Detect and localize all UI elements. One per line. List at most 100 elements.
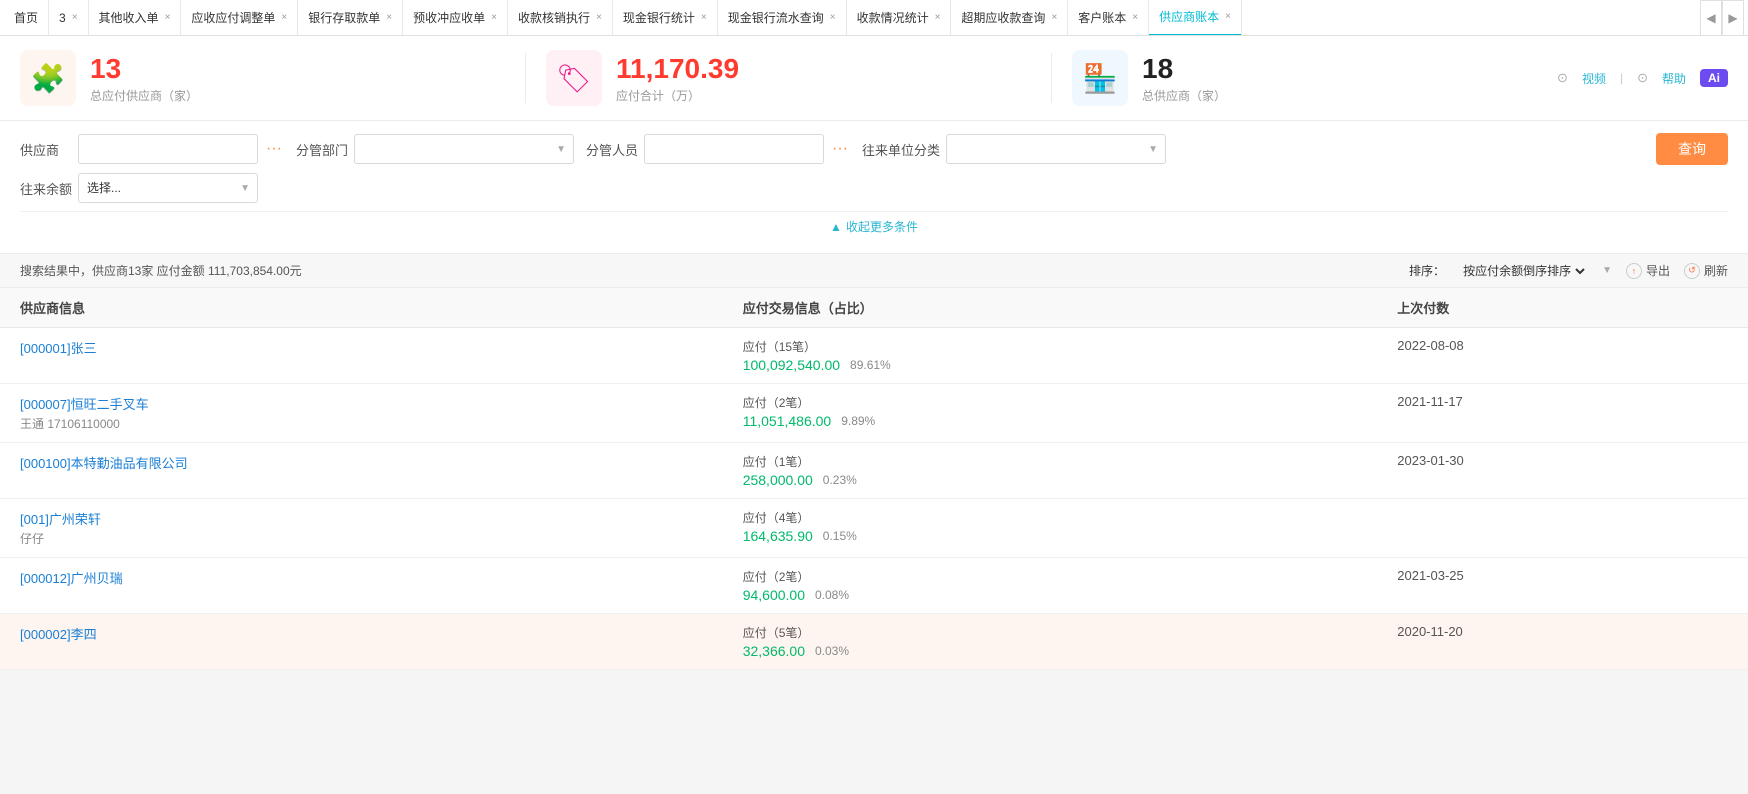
col-header-tx: 应付交易信息（占比） xyxy=(723,288,1378,328)
video-link[interactable]: 视频 xyxy=(1582,70,1606,87)
nav-tab-customer-ledger[interactable]: 客户账本× xyxy=(1068,0,1149,36)
balance-label: 往来余额 xyxy=(20,179,72,198)
stat-label-2: 应付合计（万） xyxy=(616,87,739,104)
nav-tab-receipt-stat[interactable]: 收款情况统计× xyxy=(847,0,952,36)
nav-tab-cash-bank-flow[interactable]: 现金银行流水查询× xyxy=(718,0,847,36)
collapse-button[interactable]: ▲ 收起更多条件 xyxy=(20,211,1728,241)
close-tab-cash-bank-stat[interactable]: × xyxy=(701,12,707,23)
tx-label-1: 应付（2笔） xyxy=(743,394,1358,411)
export-button[interactable]: ↑ 导出 xyxy=(1626,262,1670,279)
nav-tab-cash-bank-stat[interactable]: 现金银行统计× xyxy=(613,0,718,36)
sort-chevron-icon: ▼ xyxy=(1602,265,1612,276)
last-pay-cell-1: 2021-11-17 xyxy=(1377,384,1748,443)
category-select-wrap: ▼ xyxy=(946,134,1166,164)
supplier-cell-3: [001]广州荣轩仔仔 xyxy=(0,499,723,558)
stat-label-1: 总应付供应商（家） xyxy=(90,87,198,104)
nav-tab-tab3[interactable]: 3× xyxy=(49,0,89,36)
close-tab-cash-bank-flow[interactable]: × xyxy=(830,12,836,23)
table-row: [000012]广州贝瑞应付（2笔）94,600.000.08%2021-03-… xyxy=(0,558,1748,614)
export-label: 导出 xyxy=(1646,262,1670,279)
refresh-button[interactable]: ↺ 刷新 xyxy=(1684,262,1728,279)
supplier-input[interactable] xyxy=(78,134,258,164)
tx-pct-1: 9.89% xyxy=(841,414,875,428)
collapse-label: 收起更多条件 xyxy=(846,218,918,235)
stat-divider-2 xyxy=(1051,53,1052,103)
help-link[interactable]: 帮助 xyxy=(1662,70,1686,87)
divider-bar: | xyxy=(1620,71,1623,85)
tx-cell-5: 应付（5笔）32,366.000.03% xyxy=(723,614,1378,670)
nav-arrow-left[interactable]: ◀ xyxy=(1700,0,1722,36)
close-tab-ar-ap-adjust[interactable]: × xyxy=(281,12,287,23)
tx-label-5: 应付（5笔） xyxy=(743,624,1358,641)
result-summary: 搜索结果中，供应商13家 应付金额 111,703,854.00元 xyxy=(20,262,302,279)
video-icon: ⊙ xyxy=(1557,70,1568,86)
tx-amount-3[interactable]: 164,635.90 xyxy=(743,528,813,544)
close-tab-supplier-ledger[interactable]: × xyxy=(1225,11,1231,22)
store-icon: 🏪 xyxy=(1072,50,1128,106)
filter-balance: 往来余额 选择... ▼ xyxy=(20,173,258,203)
stat-header: 🧩 13 总应付供应商（家） 🏷 11,170.39 应付合计（万） 🏪 18 … xyxy=(0,36,1748,121)
supplier-dots[interactable]: ··· xyxy=(264,140,284,158)
close-tab-prepay-ar[interactable]: × xyxy=(491,12,497,23)
close-tab-overdue-ar[interactable]: × xyxy=(1051,12,1057,23)
person-dots[interactable]: ··· xyxy=(830,140,850,158)
nav-arrow-right[interactable]: ▶ xyxy=(1722,0,1744,36)
supplier-icon: 🧩 xyxy=(20,50,76,106)
supplier-link-3[interactable]: [001]广州荣轩 xyxy=(20,512,101,527)
last-pay-cell-3 xyxy=(1377,499,1748,558)
supplier-link-2[interactable]: [000100]本特勤油品有限公司 xyxy=(20,456,188,471)
close-tab-customer-ledger[interactable]: × xyxy=(1132,12,1138,23)
close-tab-other-income[interactable]: × xyxy=(165,12,171,23)
nav-tab-prepay-ar[interactable]: 预收冲应收单× xyxy=(403,0,508,36)
close-tab-tab3[interactable]: × xyxy=(72,12,78,23)
supplier-cell-1: [000007]恒旺二手叉车王通 17106110000 xyxy=(0,384,723,443)
supplier-link-4[interactable]: [000012]广州贝瑞 xyxy=(20,571,123,586)
nav-tab-supplier-ledger[interactable]: 供应商账本× xyxy=(1149,0,1242,36)
close-tab-receipt-verify[interactable]: × xyxy=(596,12,602,23)
category-select[interactable] xyxy=(946,134,1166,164)
query-button[interactable]: 查询 xyxy=(1656,133,1728,165)
stat-value-2: 11,170.39 xyxy=(616,53,739,85)
filter-supplier: 供应商 ··· xyxy=(20,134,284,164)
dept-select[interactable] xyxy=(354,134,574,164)
nav-tab-receipt-verify[interactable]: 收款核销执行× xyxy=(508,0,613,36)
help-icon: ⊙ xyxy=(1637,70,1648,86)
supplier-link-5[interactable]: [000002]李四 xyxy=(20,627,97,642)
tx-label-4: 应付（2笔） xyxy=(743,568,1358,585)
supplier-link-0[interactable]: [000001]张三 xyxy=(20,341,97,356)
header-links: ⊙ 视频 | ⊙ 帮助 Ai xyxy=(1557,69,1728,87)
supplier-link-1[interactable]: [000007]恒旺二手叉车 xyxy=(20,397,149,412)
tx-amount-1[interactable]: 11,051,486.00 xyxy=(743,413,832,429)
close-tab-receipt-stat[interactable]: × xyxy=(935,12,941,23)
tx-amount-0[interactable]: 100,092,540.00 xyxy=(743,357,840,373)
table-row: [000100]本特勤油品有限公司应付（1笔）258,000.000.23%20… xyxy=(0,443,1748,499)
tx-amount-5[interactable]: 32,366.00 xyxy=(743,643,805,659)
nav-tab-overdue-ar[interactable]: 超期应收款查询× xyxy=(951,0,1068,36)
nav-tab-bank-deposit[interactable]: 银行存取款单× xyxy=(298,0,403,36)
person-input[interactable] xyxy=(644,134,824,164)
filter-dept: 分管部门 ▼ xyxy=(296,134,574,164)
refresh-label: 刷新 xyxy=(1704,262,1728,279)
stat-value-3: 18 xyxy=(1142,53,1226,85)
last-pay-cell-2: 2023-01-30 xyxy=(1377,443,1748,499)
stat-text-3: 18 总供应商（家） xyxy=(1142,53,1226,104)
tx-amount-4[interactable]: 94,600.00 xyxy=(743,587,805,603)
person-label: 分管人员 xyxy=(586,140,638,159)
table-row: [000002]李四应付（5笔）32,366.000.03%2020-11-20 xyxy=(0,614,1748,670)
sort-select[interactable]: 按应付余额倒序排序 按应付余额正序排序 按供应商编号排序 xyxy=(1459,263,1588,279)
nav-tab-other-income[interactable]: 其他收入单× xyxy=(89,0,182,36)
supplier-label: 供应商 xyxy=(20,140,72,159)
table-row: [001]广州荣轩仔仔应付（4笔）164,635.900.15% xyxy=(0,499,1748,558)
supplier-table: 供应商信息 应付交易信息（占比） 上次付数 [000001]张三应付（15笔）1… xyxy=(0,288,1748,670)
nav-tab-home[interactable]: 首页 xyxy=(4,0,49,36)
tx-pct-3: 0.15% xyxy=(823,529,857,543)
dept-label: 分管部门 xyxy=(296,140,348,159)
balance-select[interactable]: 选择... xyxy=(78,173,258,203)
stat-block-2: 🏷 11,170.39 应付合计（万） xyxy=(546,50,1031,106)
close-tab-bank-deposit[interactable]: × xyxy=(386,12,392,23)
tx-amount-2[interactable]: 258,000.00 xyxy=(743,472,813,488)
ai-badge[interactable]: Ai xyxy=(1700,69,1728,87)
filter-category: 往来单位分类 ▼ xyxy=(862,134,1166,164)
tx-pct-4: 0.08% xyxy=(815,588,849,602)
nav-tab-ar-ap-adjust[interactable]: 应收应付调整单× xyxy=(181,0,298,36)
